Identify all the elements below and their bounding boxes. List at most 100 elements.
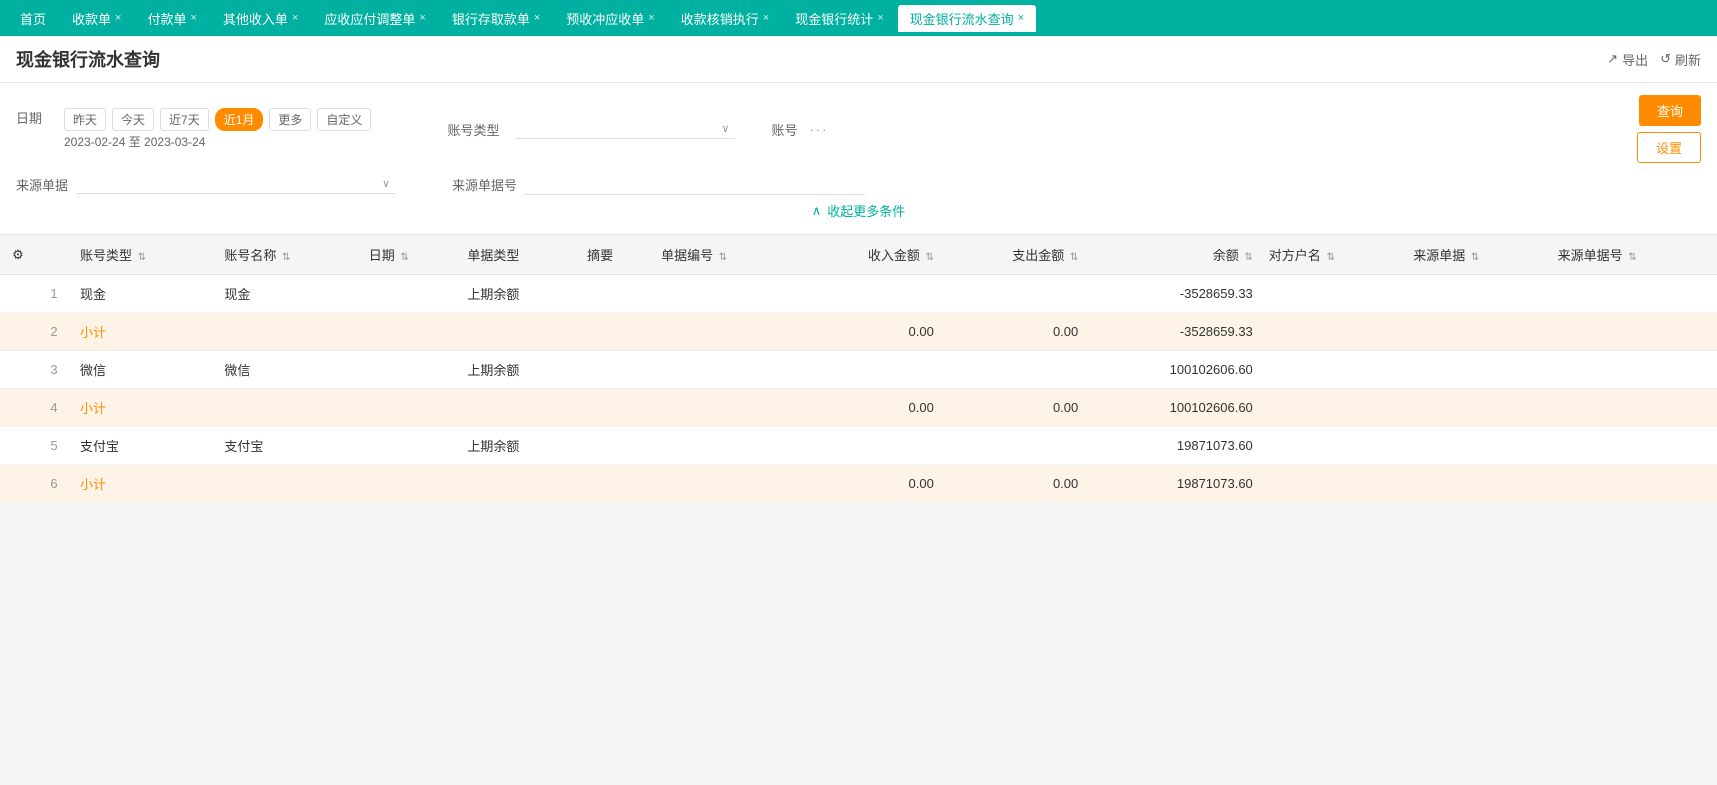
cell-source-doc-no [1550,389,1717,427]
cell-expense: 0.00 [942,465,1086,503]
nav-item-payment[interactable]: 付款单× [135,5,208,32]
account-type-select[interactable]: ∨ [515,119,735,139]
table-row: 3微信微信上期余额100102606.60 [0,351,1717,389]
nav-item-receipt[interactable]: 收款单× [60,5,133,32]
th-index [36,235,72,275]
date-btn-近7天[interactable]: 近7天 [160,108,209,131]
sort-balance-icon: ⇅ [1244,252,1252,263]
source-doc-chevron-icon: ∨ [382,177,390,190]
date-btn-自定义[interactable]: 自定义 [317,108,371,131]
th-source-doc-label: 来源单据 [1413,248,1465,263]
account-type-group: 账号类型 ∨ [447,119,735,139]
account-group: 账号 ··· [771,120,828,139]
th-source-doc-no[interactable]: 来源单据号 ⇅ [1550,235,1717,275]
cell-date [361,351,460,389]
table-row: 5支付宝支付宝上期余额19871073.60 [0,427,1717,465]
nav-item-receipt-verify[interactable]: 收款核销执行× [669,5,781,32]
cell-counterparty [1261,313,1405,351]
cell-doc-no [653,313,797,351]
cell-account-name: 微信 [216,351,360,389]
sort-account-type-icon: ⇅ [138,252,146,263]
filter-row-1: 日期 昨天今天近7天近1月更多自定义 2023-02-24 至 2023-03-… [16,95,1701,163]
nav-item-cash-bank-stat[interactable]: 现金银行统计× [783,5,895,32]
nav-item-other-income[interactable]: 其他收入单× [211,5,310,32]
cell-index: 6 [36,465,72,503]
cell-source-doc-no [1550,313,1717,351]
cell-date [361,427,460,465]
collapse-bar[interactable]: ∧ 收起更多条件 [16,195,1701,222]
th-account-name[interactable]: 账号名称 ⇅ [216,235,360,275]
source-doc-no-group: 来源单据号 [452,173,865,195]
cell-doc-type [459,389,579,427]
th-date-label: 日期 [369,248,395,263]
nav-close-receipt[interactable]: × [115,12,121,24]
th-balance[interactable]: 余额 ⇅ [1086,235,1261,275]
settings-button[interactable]: 设置 [1637,132,1701,163]
date-btn-更多[interactable]: 更多 [269,108,311,131]
cell-source-doc-no [1550,351,1717,389]
nav-close-prepay[interactable]: × [648,12,654,24]
nav-item-ar-ap-adjust[interactable]: 应收应付调整单× [312,5,437,32]
cell-date [361,389,460,427]
cell-income: 0.00 [797,465,941,503]
cell-doc-no [653,389,797,427]
query-button[interactable]: 查询 [1639,95,1701,126]
cell-doc-no [653,351,797,389]
chevron-down-icon: ∨ [721,122,729,135]
cell-source-doc [1405,465,1549,503]
cell-income [797,351,941,389]
source-doc-no-input[interactable] [525,173,865,195]
cell-source-doc [1405,389,1549,427]
cell-balance: -3528659.33 [1086,313,1261,351]
cell-summary [579,427,653,465]
nav-close-other-income[interactable]: × [292,12,298,24]
refresh-button[interactable]: ↺ 刷新 [1660,50,1701,69]
nav-close-cash-bank-stat[interactable]: × [877,12,883,24]
cell-income [797,427,941,465]
nav-close-ar-ap-adjust[interactable]: × [419,12,425,24]
th-expense[interactable]: 支出金额 ⇅ [942,235,1086,275]
sort-source-doc-icon: ⇅ [1471,252,1479,263]
th-counterparty-label: 对方户名 [1269,248,1321,263]
th-income[interactable]: 收入金额 ⇅ [797,235,941,275]
th-summary-label: 摘要 [587,248,613,263]
cell-source-doc-no [1550,275,1717,313]
cell-settings [0,389,36,427]
date-btn-今天[interactable]: 今天 [112,108,154,131]
gear-icon: ⚙ [12,247,24,262]
source-doc-select[interactable]: ∨ [76,174,396,194]
th-account-type[interactable]: 账号类型 ⇅ [72,235,216,275]
date-btn-近1月[interactable]: 近1月 [215,108,264,131]
th-doc-no-label: 单据编号 [661,248,713,263]
cell-index: 4 [36,389,72,427]
nav-close-cash-bank-query[interactable]: × [1018,12,1024,24]
date-btn-昨天[interactable]: 昨天 [64,108,106,131]
nav-close-receipt-verify[interactable]: × [763,12,769,24]
th-source-doc[interactable]: 来源单据 ⇅ [1405,235,1549,275]
account-dots[interactable]: ··· [809,122,828,137]
cell-expense [942,351,1086,389]
th-doc-no[interactable]: 单据编号 ⇅ [653,235,797,275]
cell-account-type: 小计 [72,389,216,427]
th-settings[interactable]: ⚙ [0,235,36,275]
nav-item-cash-bank-query[interactable]: 现金银行流水查询× [898,5,1036,32]
th-date[interactable]: 日期 ⇅ [361,235,460,275]
nav-item-bank-deposit[interactable]: 银行存取款单× [440,5,552,32]
cell-expense [942,427,1086,465]
th-summary: 摘要 [579,235,653,275]
export-button[interactable]: ↗ 导出 [1607,50,1648,69]
nav-item-home[interactable]: 首页 [8,5,58,32]
cell-account-type: 小计 [72,465,216,503]
nav-item-prepay[interactable]: 预收冲应收单× [554,5,666,32]
nav-close-payment[interactable]: × [190,12,196,24]
th-counterparty[interactable]: 对方户名 ⇅ [1261,235,1405,275]
date-filter-group: 日期 昨天今天近7天近1月更多自定义 2023-02-24 至 2023-03-… [16,108,371,150]
cell-date [361,313,460,351]
cell-source-doc [1405,275,1549,313]
nav-close-bank-deposit[interactable]: × [534,12,540,24]
cell-expense: 0.00 [942,389,1086,427]
cell-account-name: 支付宝 [216,427,360,465]
th-income-label: 收入金额 [868,248,920,263]
source-doc-label: 来源单据 [16,175,68,194]
cell-summary [579,351,653,389]
